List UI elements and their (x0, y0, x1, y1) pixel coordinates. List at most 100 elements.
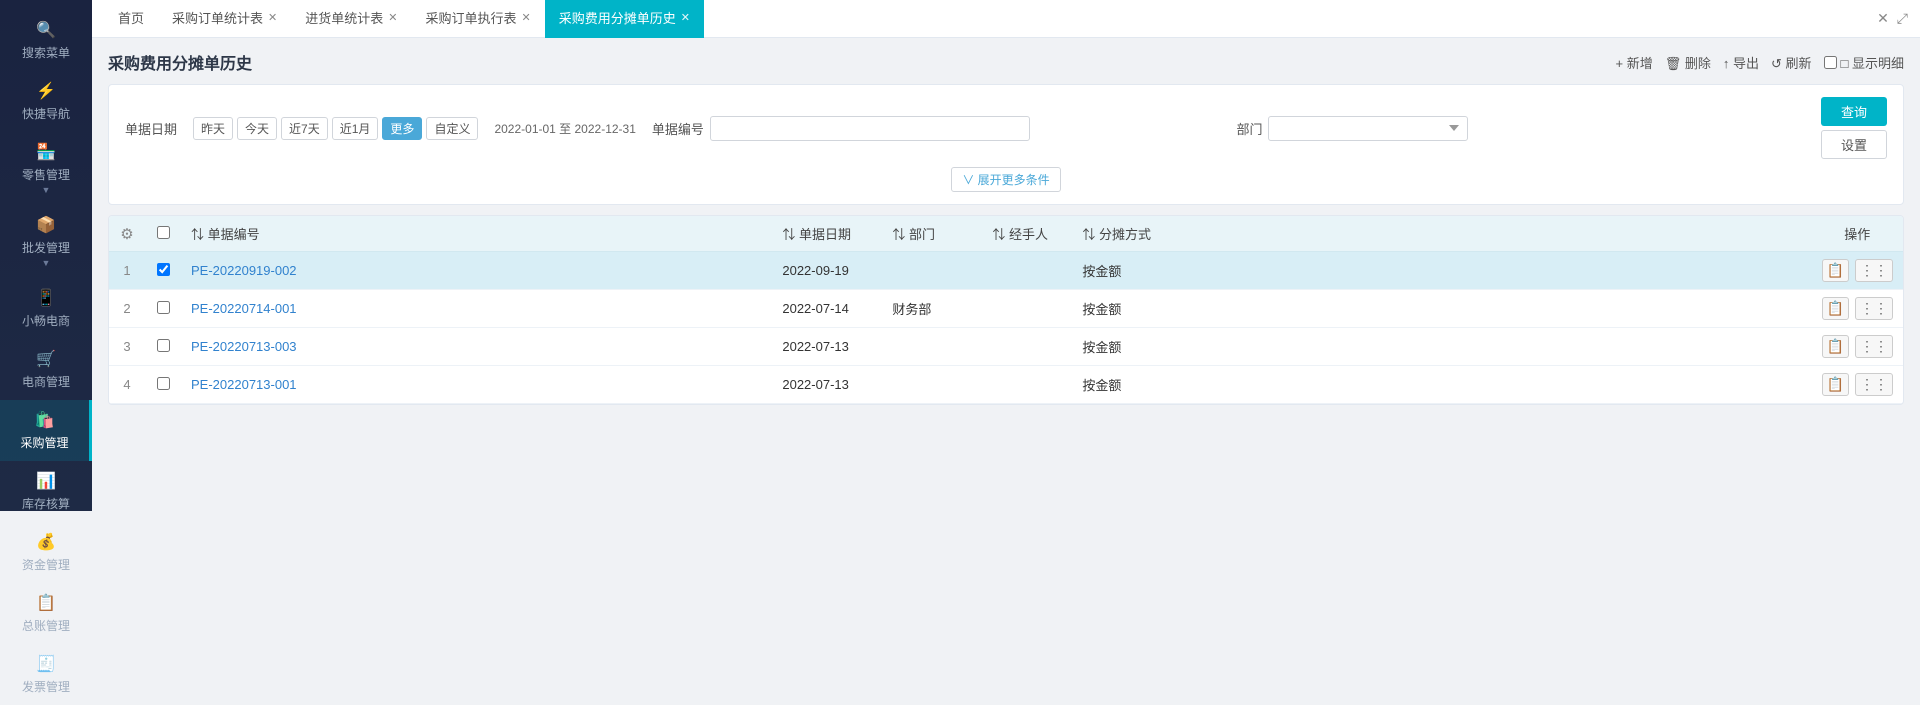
tab-label-purchase-order-exec: 采购订单执行表 (425, 8, 516, 27)
sidebar-label-wholesale: 批发管理 (22, 239, 70, 256)
main-area: 首页采购订单统计表✕进货单统计表✕采购订单执行表✕采购费用分摊单历史✕ ✕ ⤢ … (92, 0, 1920, 511)
ecommerce-icon: 🛒 (36, 349, 56, 369)
dept-cell-3 (882, 366, 982, 404)
sidebar-item-account[interactable]: 📋 总账管理 (0, 583, 92, 644)
order-no-cell-0: PE-20220919-002 (181, 252, 772, 290)
sidebar-label-search: 搜索菜单 (22, 44, 70, 61)
header-dept[interactable]: ⇅ 部门 (882, 216, 982, 252)
date-btn-1month[interactable]: 近1月 (332, 117, 379, 140)
tab-purchase-order-stats[interactable]: 采购订单统计表✕ (158, 0, 291, 38)
tab-close-purchase-order-exec[interactable]: ✕ (522, 11, 531, 24)
refresh-button[interactable]: ↺ 刷新 (1771, 53, 1812, 72)
filter-row: 单据日期 昨天 今天 近7天 近1月 更多 自定义 2022-01-01 至 2… (125, 97, 1887, 159)
more-icon-3[interactable]: ⋮⋮ (1855, 373, 1893, 396)
date-btn-7days[interactable]: 近7天 (281, 117, 328, 140)
date-cell-2: 2022-07-13 (772, 328, 882, 366)
date-btn-more[interactable]: 更多 (382, 117, 422, 140)
tab-purchase-cost-split[interactable]: 采购费用分摊单历史✕ (545, 0, 704, 38)
select-all-checkbox[interactable] (157, 226, 170, 239)
header-handler[interactable]: ⇅ 经手人 (982, 216, 1072, 252)
more-icon-0[interactable]: ⋮⋮ (1855, 259, 1893, 282)
show-detail-input[interactable] (1824, 56, 1837, 69)
action-cell-3: 📋 ⋮⋮ (1812, 366, 1903, 404)
sidebar-item-mini[interactable]: 📱 小畅电商 (0, 278, 92, 339)
order-no-link-0[interactable]: PE-20220919-002 (191, 263, 297, 278)
header-date[interactable]: ⇅ 单据日期 (772, 216, 882, 252)
settings-gear-icon[interactable]: ⚙ (120, 226, 133, 243)
row-check-1[interactable] (145, 290, 181, 328)
row-checkbox-0[interactable] (157, 263, 170, 276)
order-no-input[interactable] (710, 116, 1030, 141)
tab-bar: 首页采购订单统计表✕进货单统计表✕采购订单执行表✕采购费用分摊单历史✕ ✕ ⤢ (92, 0, 1920, 38)
action-cell-1: 📋 ⋮⋮ (1812, 290, 1903, 328)
tab-label-home: 首页 (118, 8, 144, 27)
filter-area: 单据日期 昨天 今天 近7天 近1月 更多 自定义 2022-01-01 至 2… (108, 84, 1904, 205)
date-btn-yesterday[interactable]: 昨天 (193, 117, 233, 140)
method-cell-1: 按金额 (1072, 290, 1811, 328)
row-check-2[interactable] (145, 328, 181, 366)
method-cell-2: 按金额 (1072, 328, 1811, 366)
sort-icon-dept: ⇅ (892, 227, 905, 242)
header-action: 操作 (1812, 216, 1903, 252)
delete-button[interactable]: 🗑 删除 (1665, 53, 1711, 72)
date-btn-custom[interactable]: 自定义 (426, 117, 478, 140)
order-no-link-1[interactable]: PE-20220714-001 (191, 301, 297, 316)
invoice-icon: 🧾 (36, 654, 56, 674)
dept-select[interactable]: 财务部 (1268, 116, 1468, 141)
header-gear[interactable]: ⚙ (109, 216, 145, 252)
sidebar-item-search[interactable]: 🔍 搜索菜单 (0, 10, 92, 71)
content-area: 采购费用分摊单历史 + 新增 🗑 删除 ↑ 导出 ↺ 刷新 □ 显示明细 单据日… (92, 38, 1920, 511)
date-filter-label: 单据日期 (125, 119, 177, 138)
row-checkbox-2[interactable] (157, 339, 170, 352)
tab-home[interactable]: 首页 (104, 0, 158, 38)
sidebar-item-shortcut[interactable]: ⚡ 快捷导航 (0, 71, 92, 132)
sidebar-item-ecommerce[interactable]: 🛒 电商管理 (0, 339, 92, 400)
sort-icon-date: ⇅ (782, 227, 795, 242)
tab-close-goods-import-stats[interactable]: ✕ (388, 11, 397, 24)
sidebar-item-finance[interactable]: 💰 资金管理 (0, 522, 92, 583)
close-icon[interactable]: ✕ (1877, 10, 1889, 27)
show-detail-checkbox[interactable]: □ 显示明细 (1824, 53, 1904, 72)
sidebar-item-purchase[interactable]: 🛍️ 采购管理 (0, 400, 92, 461)
row-checkbox-3[interactable] (157, 377, 170, 390)
more-icon-1[interactable]: ⋮⋮ (1855, 297, 1893, 320)
sidebar-label-retail: 零售管理 (22, 166, 70, 183)
wholesale-icon: 📦 (36, 215, 56, 235)
sidebar-label-ecommerce: 电商管理 (22, 373, 70, 390)
row-checkbox-1[interactable] (157, 301, 170, 314)
header-check (145, 216, 181, 252)
sidebar-item-inventory[interactable]: 📊 库存核算 (0, 461, 92, 522)
more-icon-2[interactable]: ⋮⋮ (1855, 335, 1893, 358)
tab-close-purchase-order-stats[interactable]: ✕ (268, 11, 277, 24)
add-button[interactable]: + 新增 (1616, 53, 1653, 72)
tab-purchase-order-exec[interactable]: 采购订单执行表 ✕ (411, 0, 544, 38)
order-no-link-3[interactable]: PE-20220713-001 (191, 377, 297, 392)
query-button[interactable]: 查询 (1821, 97, 1887, 126)
sidebar-item-wholesale[interactable]: 📦 批发管理 ▼ (0, 205, 92, 278)
arrow-icon: ▼ (42, 258, 51, 268)
export-button[interactable]: ↑ 导出 (1723, 53, 1759, 72)
table-body: 1 PE-20220919-002 2022-09-19 按金额 📋 ⋮⋮ 2 (109, 252, 1903, 404)
edit-icon-2[interactable]: 📋 (1822, 335, 1849, 358)
maximize-icon[interactable]: ⤢ (1897, 10, 1908, 27)
arrow-icon: ▼ (42, 185, 51, 195)
tab-goods-import-stats[interactable]: 进货单统计表 ✕ (291, 0, 411, 38)
edit-icon-3[interactable]: 📋 (1822, 373, 1849, 396)
sidebar-item-invoice[interactable]: 🧾 发票管理 (0, 644, 92, 705)
expand-conditions-btn[interactable]: ∨ 展开更多条件 (951, 167, 1060, 192)
tab-close-purchase-cost-split[interactable]: ✕ (681, 11, 690, 24)
sidebar-item-retail[interactable]: 🏪 零售管理 ▼ (0, 132, 92, 205)
edit-icon-0[interactable]: 📋 (1822, 259, 1849, 282)
header-method[interactable]: ⇅ 分摊方式 (1072, 216, 1811, 252)
row-check-3[interactable] (145, 366, 181, 404)
setting-button[interactable]: 设置 (1821, 130, 1887, 159)
header-order-no[interactable]: ⇅ 单据编号 (181, 216, 772, 252)
action-cell-2: 📋 ⋮⋮ (1812, 328, 1903, 366)
order-no-link-2[interactable]: PE-20220713-003 (191, 339, 297, 354)
date-btn-today[interactable]: 今天 (237, 117, 277, 140)
row-check-0[interactable] (145, 252, 181, 290)
expand-row: ∨ 展开更多条件 (125, 167, 1887, 192)
edit-icon-1[interactable]: 📋 (1822, 297, 1849, 320)
row-num-0: 1 (109, 252, 145, 290)
tab-label-goods-import-stats: 进货单统计表 (305, 8, 383, 27)
